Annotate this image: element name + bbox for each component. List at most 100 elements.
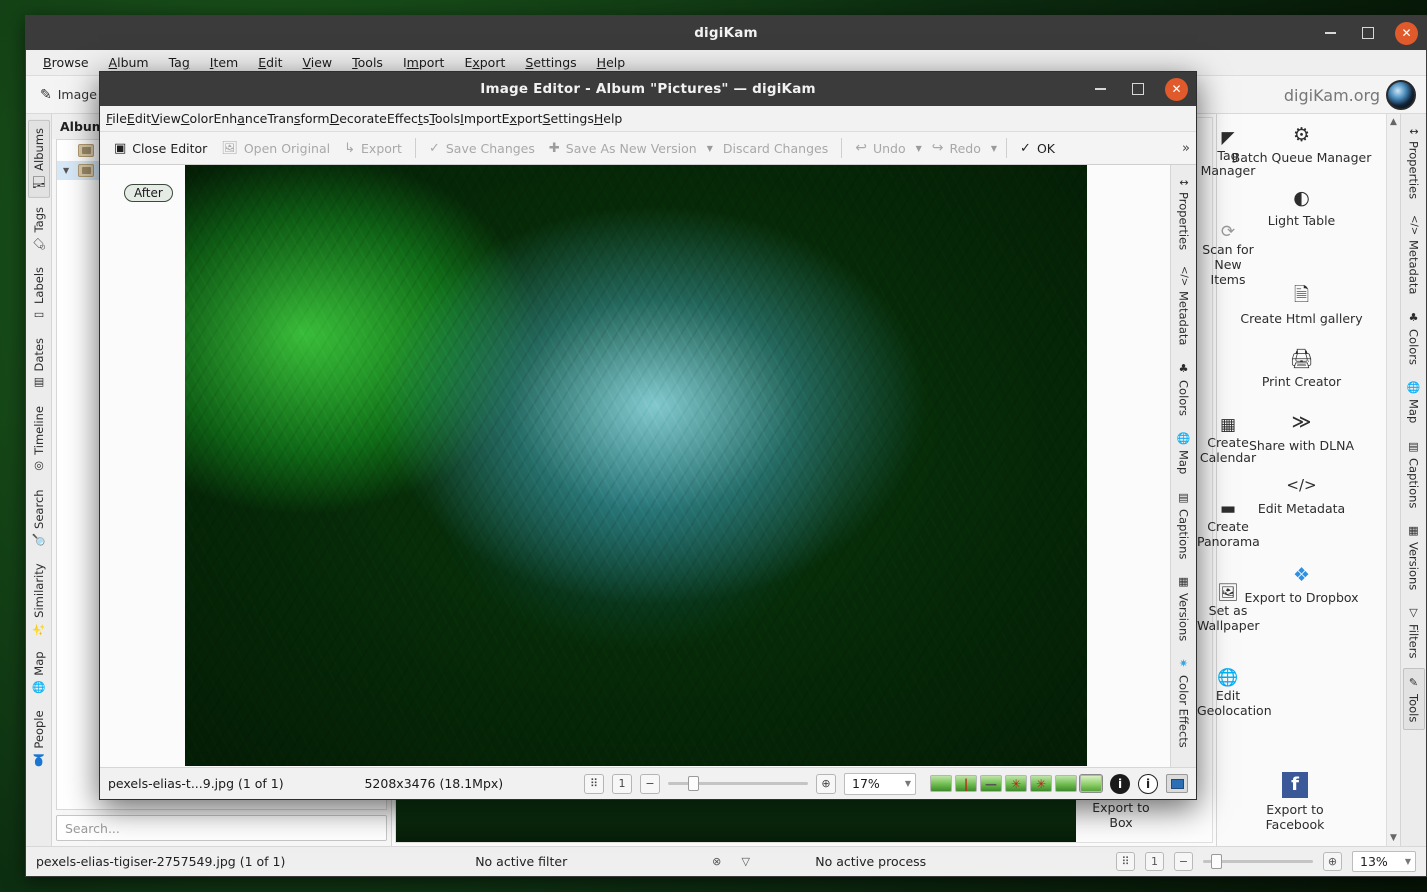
filter-funnel-icon[interactable]: ▽ xyxy=(736,852,755,871)
sidebar-item-labels[interactable]: ▭ Labels xyxy=(29,260,49,329)
editor-menu-import[interactable]: Import xyxy=(460,111,502,126)
ok-button[interactable]: ✓ OK xyxy=(1014,138,1061,159)
editor-tab-captions[interactable]: ▤ Captions xyxy=(1174,484,1194,566)
menu-export[interactable]: Export xyxy=(455,52,514,73)
tools-scrollbar[interactable]: ▲ ▼ xyxy=(1386,114,1400,846)
export-button[interactable]: ↳ Export xyxy=(338,138,408,159)
zoom-out-icon[interactable]: − xyxy=(640,773,661,794)
editor-menu-transform[interactable]: Transform xyxy=(267,111,329,126)
menu-tag[interactable]: Tag xyxy=(160,52,199,73)
menu-tools[interactable]: Tools xyxy=(343,52,392,73)
preview-mode-normal[interactable] xyxy=(930,775,953,792)
tool-set-as-wallpaper[interactable]: 🖼 Set as Wallpaper xyxy=(1197,583,1260,633)
editor-maximize-button[interactable] xyxy=(1127,78,1149,100)
preview-mode-target[interactable] xyxy=(1055,775,1078,792)
discard-changes-button[interactable]: Discard Changes xyxy=(717,138,834,159)
zoom-fit-icon[interactable]: ⊕ xyxy=(1323,852,1343,871)
toolbar-overflow-button[interactable]: » xyxy=(1182,141,1190,156)
editor-close-button[interactable]: ✕ xyxy=(1165,77,1188,101)
zoom-out-icon[interactable]: − xyxy=(1174,852,1194,871)
zoom-fit-icon[interactable]: ⊕ xyxy=(816,773,837,794)
maximize-button[interactable] xyxy=(1357,22,1379,44)
menu-browse[interactable]: Browse xyxy=(34,52,98,73)
save-as-new-version-button[interactable]: ✚ Save As New Version xyxy=(543,138,703,159)
info-icon[interactable]: i xyxy=(1110,773,1131,794)
sidebar-item-filters[interactable]: ▽ Filters xyxy=(1404,599,1424,665)
chevron-down-icon[interactable]: ▼ xyxy=(1405,857,1411,866)
editor-tab-versions[interactable]: ▦ Versions xyxy=(1174,568,1194,648)
sidebar-item-people[interactable]: 👤 People xyxy=(29,703,49,774)
tool-create-panorama[interactable]: ▬ Create Panorama xyxy=(1197,499,1260,549)
monitor-icon[interactable] xyxy=(1166,774,1189,793)
menu-view[interactable]: View xyxy=(293,52,341,73)
zoom-combo[interactable]: 13% ▼ xyxy=(1352,851,1417,872)
tool-scan-for-new-items[interactable]: ⟳ Scan for New Items xyxy=(1197,222,1259,287)
editor-zoom-combo[interactable]: 17% ▼ xyxy=(844,772,917,795)
undo-button[interactable]: ↩ Undo xyxy=(849,137,911,159)
editor-tab-metadata[interactable]: </> Metadata xyxy=(1174,259,1194,353)
sidebar-item-tools[interactable]: ✎ Tools xyxy=(1402,667,1425,731)
preview-mode-split-duplicate-vertical[interactable]: ✳ xyxy=(1005,775,1028,792)
zoom-slider[interactable] xyxy=(1203,854,1314,870)
editor-menu-decorate[interactable]: Decorate xyxy=(330,111,387,126)
editor-tab-properties[interactable]: ↕ Properties xyxy=(1174,171,1194,257)
zoom-slider-knob[interactable] xyxy=(1211,854,1223,869)
sidebar-item-colors[interactable]: ♣ Colors xyxy=(1404,304,1424,372)
chevron-down-icon[interactable]: ▼ xyxy=(914,144,924,153)
editor-minimize-button[interactable] xyxy=(1089,78,1111,100)
preview-mode-after[interactable] xyxy=(1079,774,1104,793)
open-original-button[interactable]: 🖼 Open Original xyxy=(215,138,336,159)
photo-image[interactable] xyxy=(185,165,1087,766)
preview-mode-split-horizontal[interactable]: — xyxy=(980,775,1003,792)
editor-tab-map[interactable]: 🌐 Map xyxy=(1174,425,1194,482)
sidebar-item-timeline[interactable]: ◎ Timeline xyxy=(29,399,49,480)
menu-edit[interactable]: Edit xyxy=(249,52,291,73)
editor-tab-colors[interactable]: ♣ Colors xyxy=(1174,355,1194,423)
thumbnails-view-icon[interactable]: ⠿ xyxy=(1116,852,1136,871)
sidebar-item-map-right[interactable]: 🌐 Map xyxy=(1404,374,1424,431)
sidebar-item-versions[interactable]: ▦ Versions xyxy=(1404,517,1424,597)
editor-menu-help[interactable]: Help xyxy=(594,111,623,126)
single-view-icon[interactable]: 1 xyxy=(1145,852,1165,871)
editor-menu-settings[interactable]: Settings xyxy=(543,111,594,126)
editor-tab-color-effects[interactable]: ✷ Color Effects xyxy=(1174,650,1194,755)
editor-menu-tools[interactable]: Tools xyxy=(429,111,460,126)
chevron-down-icon[interactable]: ▼ xyxy=(705,144,715,153)
scroll-up-arrow-icon[interactable]: ▲ xyxy=(1390,117,1397,127)
editor-menu-enhance[interactable]: Enhance xyxy=(213,111,267,126)
sidebar-item-properties[interactable]: ↕ Properties xyxy=(1404,120,1424,206)
editor-zoom-slider[interactable] xyxy=(668,776,809,792)
search-input[interactable]: Search... xyxy=(56,815,387,841)
sidebar-item-search[interactable]: 🔍 Search xyxy=(29,482,49,554)
close-editor-button[interactable]: ▣ Close Editor xyxy=(108,138,213,159)
menu-help[interactable]: Help xyxy=(588,52,635,73)
scroll-down-arrow-icon[interactable]: ▼ xyxy=(1390,833,1397,843)
preview-mode-split-vertical[interactable]: | xyxy=(955,775,978,792)
menu-item[interactable]: Item xyxy=(201,52,247,73)
editor-canvas[interactable]: After xyxy=(100,165,1170,767)
save-changes-button[interactable]: ✓ Save Changes xyxy=(423,138,541,159)
minimize-button[interactable] xyxy=(1319,22,1341,44)
tool-edit-geolocation[interactable]: 🌐 Edit Geolocation xyxy=(1197,668,1272,718)
sidebar-item-dates[interactable]: ▤ Dates xyxy=(29,331,49,396)
menu-settings[interactable]: Settings xyxy=(516,52,585,73)
editor-menu-edit[interactable]: Edit xyxy=(127,111,151,126)
single-view-icon[interactable]: 1 xyxy=(612,773,633,794)
editor-menu-effects[interactable]: Effects xyxy=(387,111,430,126)
editor-menu-view[interactable]: View xyxy=(151,111,181,126)
tool-export-to-box[interactable]: Export to Box xyxy=(1090,800,1152,830)
sidebar-item-similarity[interactable]: ✨ Similarity xyxy=(29,556,49,643)
menu-album[interactable]: Album xyxy=(100,52,158,73)
editor-menu-export[interactable]: Export xyxy=(502,111,543,126)
editor-zoom-slider-knob[interactable] xyxy=(688,776,700,791)
thumbnails-view-icon[interactable]: ⠿ xyxy=(584,773,605,794)
chevron-down-icon[interactable]: ▼ xyxy=(63,166,73,175)
chevron-down-icon[interactable]: ▼ xyxy=(989,144,999,153)
sidebar-item-metadata[interactable]: </> Metadata xyxy=(1404,208,1424,302)
tool-print-creator[interactable]: 🖨 Print Creator xyxy=(1223,348,1380,389)
chevron-down-icon[interactable]: ▼ xyxy=(905,779,911,788)
tool-create-html-gallery[interactable]: 🗎 Create Html gallery xyxy=(1223,285,1380,326)
about-icon[interactable]: i xyxy=(1138,773,1159,794)
editor-menu-color[interactable]: Color xyxy=(181,111,214,126)
tool-create-calendar[interactable]: ▦ Create Calendar xyxy=(1197,415,1259,465)
